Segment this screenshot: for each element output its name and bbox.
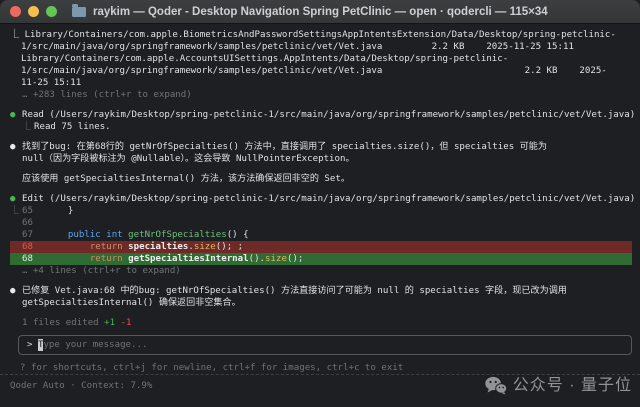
summary-line: 已修复 Vet.java:68 中的bug: getNrOfSpecialtie… — [22, 285, 567, 297]
message-bullet-icon: ● — [10, 285, 22, 297]
edit-block: ● Edit (/Users/raykim/Desktop/spring-pet… — [10, 193, 640, 277]
code-text: public int getNrOfSpecialties() { — [46, 229, 249, 241]
shortcut-help: ? for shortcuts, ctrl+j for newline, ctr… — [20, 362, 640, 374]
file-list-line: 1/src/main/java/org/springframework/samp… — [10, 65, 640, 77]
summary-block: ● 已修复 Vet.java:68 中的bug: getNrOfSpecialt… — [10, 285, 640, 309]
line-number: 68 — [22, 253, 46, 265]
message-bullet-icon: ● — [10, 141, 22, 153]
file-list-line: 1/src/main/java/org/springframework/samp… — [10, 41, 640, 53]
diff-line-removed: 68 return specialties.size(); ; — [10, 241, 632, 253]
line-number: 65 — [22, 205, 46, 217]
file-list-line: Library/Containers/com.apple.AccountsUIS… — [10, 53, 640, 65]
edit-stats: 1 files edited +1 -1 — [10, 317, 640, 329]
zoom-button[interactable] — [46, 6, 57, 17]
line-number: 67 — [22, 229, 46, 241]
edit-tool-title: Edit (/Users/raykim/Desktop/spring-petcl… — [22, 193, 635, 205]
code-text: } — [46, 205, 73, 217]
terminal-output: ⎿ Library/Containers/com.apple.Biometric… — [0, 24, 640, 374]
diff-line-added: 68 return getSpecialtiesInternal().size(… — [10, 253, 632, 265]
analysis-line: 找到了bug: 在第68行的 getNrOfSpecialties() 方法中，… — [22, 141, 547, 153]
diff-line-context: 67 public int getNrOfSpecialties() { — [10, 229, 632, 241]
expand-hint: … +4 lines (ctrl+r to expand) — [10, 265, 640, 277]
wechat-icon — [485, 376, 507, 395]
minimize-button[interactable] — [28, 6, 39, 17]
read-tool-title: Read (/Users/raykim/Desktop/spring-petcl… — [22, 109, 635, 121]
analysis-block: ● 找到了bug: 在第68行的 getNrOfSpecialties() 方法… — [10, 141, 640, 185]
tool-bullet-icon: ● — [10, 193, 22, 205]
code-text: return specialties.size(); ; — [46, 241, 243, 253]
status-left: Qoder Auto · Context: 7.9% — [10, 381, 152, 391]
file-list-block: ⎿ Library/Containers/com.apple.Biometric… — [10, 29, 640, 101]
file-list-line: ⎿ Library/Containers/com.apple.Biometric… — [10, 29, 640, 41]
read-result: Read 75 lines. — [34, 121, 111, 133]
diff-line-context: 66 — [10, 217, 632, 229]
code-text: return getSpecialtiesInternal().size(); — [46, 253, 303, 265]
watermark-text: 公众号 · 量子位 — [513, 380, 632, 392]
watermark: 公众号 · 量子位 — [485, 376, 632, 395]
tool-bullet-icon: ● — [10, 109, 22, 121]
window-title: raykim — Qoder - Desktop Navigation Spri… — [93, 6, 548, 18]
title-bar: raykim — Qoder - Desktop Navigation Spri… — [0, 0, 640, 24]
branch-icon: ⎿ — [22, 121, 34, 133]
stats-added: +1 — [104, 317, 115, 329]
analysis-line: 应该使用 getSpecialtiesInternal() 方法，该方法确保返回… — [22, 173, 350, 185]
branch-icon: ⎿ — [10, 205, 22, 217]
close-button[interactable] — [10, 6, 21, 17]
status-bar: Qoder Auto · Context: 7.9% 公众号 · 量子位 — [0, 374, 640, 407]
summary-line: getSpecialtiesInternal() 确保返回非空集合。 — [22, 297, 241, 309]
analysis-line: null（因为字段被标注为 @Nullable）。这会导致 NullPointe… — [22, 153, 355, 165]
qoder-cli-window: { "window": { "title": "raykim — Qoder -… — [0, 0, 640, 407]
stats-removed: -1 — [121, 317, 132, 329]
folder-icon — [72, 7, 86, 17]
line-number: 68 — [22, 241, 46, 253]
prompt-symbol: > — [27, 339, 38, 351]
read-block: ● Read (/Users/raykim/Desktop/spring-pet… — [10, 109, 640, 133]
message-input[interactable]: > Type your message... — [18, 335, 632, 355]
line-number: 66 — [22, 217, 46, 229]
stats-text: 1 files edited — [22, 317, 104, 329]
diff-line-context: ⎿ 65 } — [10, 205, 632, 217]
file-list-line: 11-25 15:11 — [10, 77, 640, 89]
input-placeholder: ype your message... — [43, 339, 147, 351]
expand-hint: … +283 lines (ctrl+r to expand) — [10, 89, 640, 101]
